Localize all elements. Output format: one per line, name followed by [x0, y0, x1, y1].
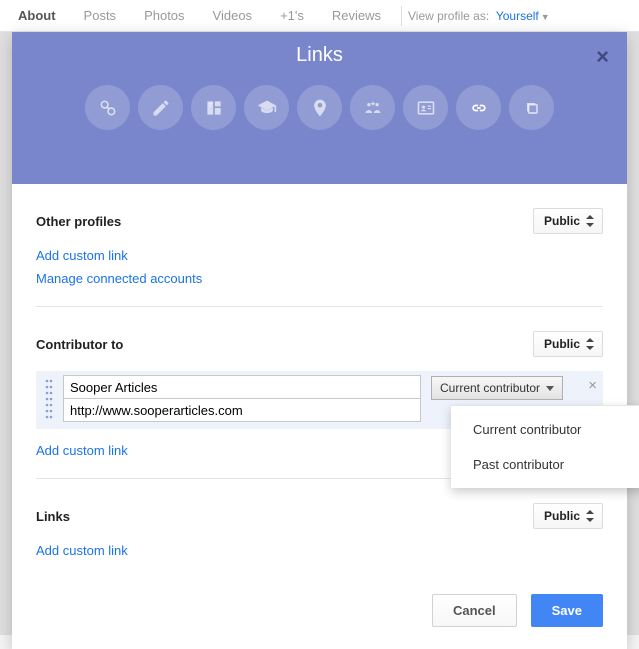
view-as-value: Yourself: [496, 9, 539, 23]
modal-footer: Cancel Save: [12, 578, 627, 649]
cancel-button[interactable]: Cancel: [432, 594, 517, 627]
contributor-type-menu: Current contributor Past contributor: [451, 405, 639, 488]
manage-connected-accounts[interactable]: Manage connected accounts: [36, 271, 603, 286]
visibility-label: Public: [544, 214, 580, 228]
links-edit-modal: × Links Other profiles Public Add custom…: [12, 32, 627, 649]
tab-about[interactable]: About: [4, 0, 70, 31]
section-links: Links Public Add custom link: [36, 479, 603, 578]
remove-contributor-icon[interactable]: ×: [588, 377, 597, 394]
profile-top-nav: About Posts Photos Videos +1's Reviews V…: [0, 0, 639, 32]
modal-title: Links: [12, 44, 627, 67]
contributor-visibility[interactable]: Public: [533, 331, 603, 357]
tab-posts[interactable]: Posts: [70, 0, 131, 31]
add-custom-link-links[interactable]: Add custom link: [36, 543, 603, 558]
close-icon[interactable]: ×: [596, 46, 609, 68]
category-row: [12, 85, 627, 130]
save-button[interactable]: Save: [531, 594, 603, 627]
tab-reviews[interactable]: Reviews: [318, 0, 395, 31]
visibility-label: Public: [544, 509, 580, 523]
option-past-contributor[interactable]: Past contributor: [451, 447, 639, 482]
triangle-down-icon: [546, 386, 554, 391]
select-arrows-icon: [586, 215, 594, 227]
chevron-down-icon: ▼: [541, 12, 550, 22]
modal-body: Other profiles Public Add custom link Ma…: [12, 184, 627, 578]
contributor-type-dropdown[interactable]: Current contributor: [431, 376, 563, 400]
tab-videos[interactable]: Videos: [199, 0, 267, 31]
other-profiles-visibility[interactable]: Public: [533, 208, 603, 234]
links-title: Links: [36, 509, 70, 524]
other-icon[interactable]: [509, 85, 554, 130]
story-icon[interactable]: [85, 85, 130, 130]
contributor-label-input[interactable]: [63, 375, 421, 399]
drag-handle-icon[interactable]: [45, 377, 53, 425]
other-profiles-title: Other profiles: [36, 214, 121, 229]
tab-plus-ones[interactable]: +1's: [266, 0, 318, 31]
contributor-type-label: Current contributor: [440, 381, 540, 395]
tagline-icon[interactable]: [138, 85, 183, 130]
visibility-label: Public: [544, 337, 580, 351]
add-custom-link-other-profiles[interactable]: Add custom link: [36, 248, 603, 263]
view-as-label: View profile as:: [408, 9, 489, 23]
links-visibility[interactable]: Public: [533, 503, 603, 529]
option-current-contributor[interactable]: Current contributor: [451, 412, 639, 447]
select-arrows-icon: [586, 510, 594, 522]
section-other-profiles: Other profiles Public Add custom link Ma…: [36, 184, 603, 307]
divider: [401, 6, 402, 26]
relationship-icon[interactable]: [350, 85, 395, 130]
select-arrows-icon: [586, 338, 594, 350]
tab-photos[interactable]: Photos: [130, 0, 198, 31]
links-icon[interactable]: [456, 85, 501, 130]
contributor-url-input[interactable]: [63, 398, 421, 422]
places-icon[interactable]: [297, 85, 342, 130]
contact-icon[interactable]: [403, 85, 448, 130]
modal-header: × Links: [12, 32, 627, 184]
contributor-title: Contributor to: [36, 337, 123, 352]
view-as-selector[interactable]: View profile as: Yourself▼: [408, 9, 550, 23]
work-icon[interactable]: [191, 85, 236, 130]
education-icon[interactable]: [244, 85, 289, 130]
